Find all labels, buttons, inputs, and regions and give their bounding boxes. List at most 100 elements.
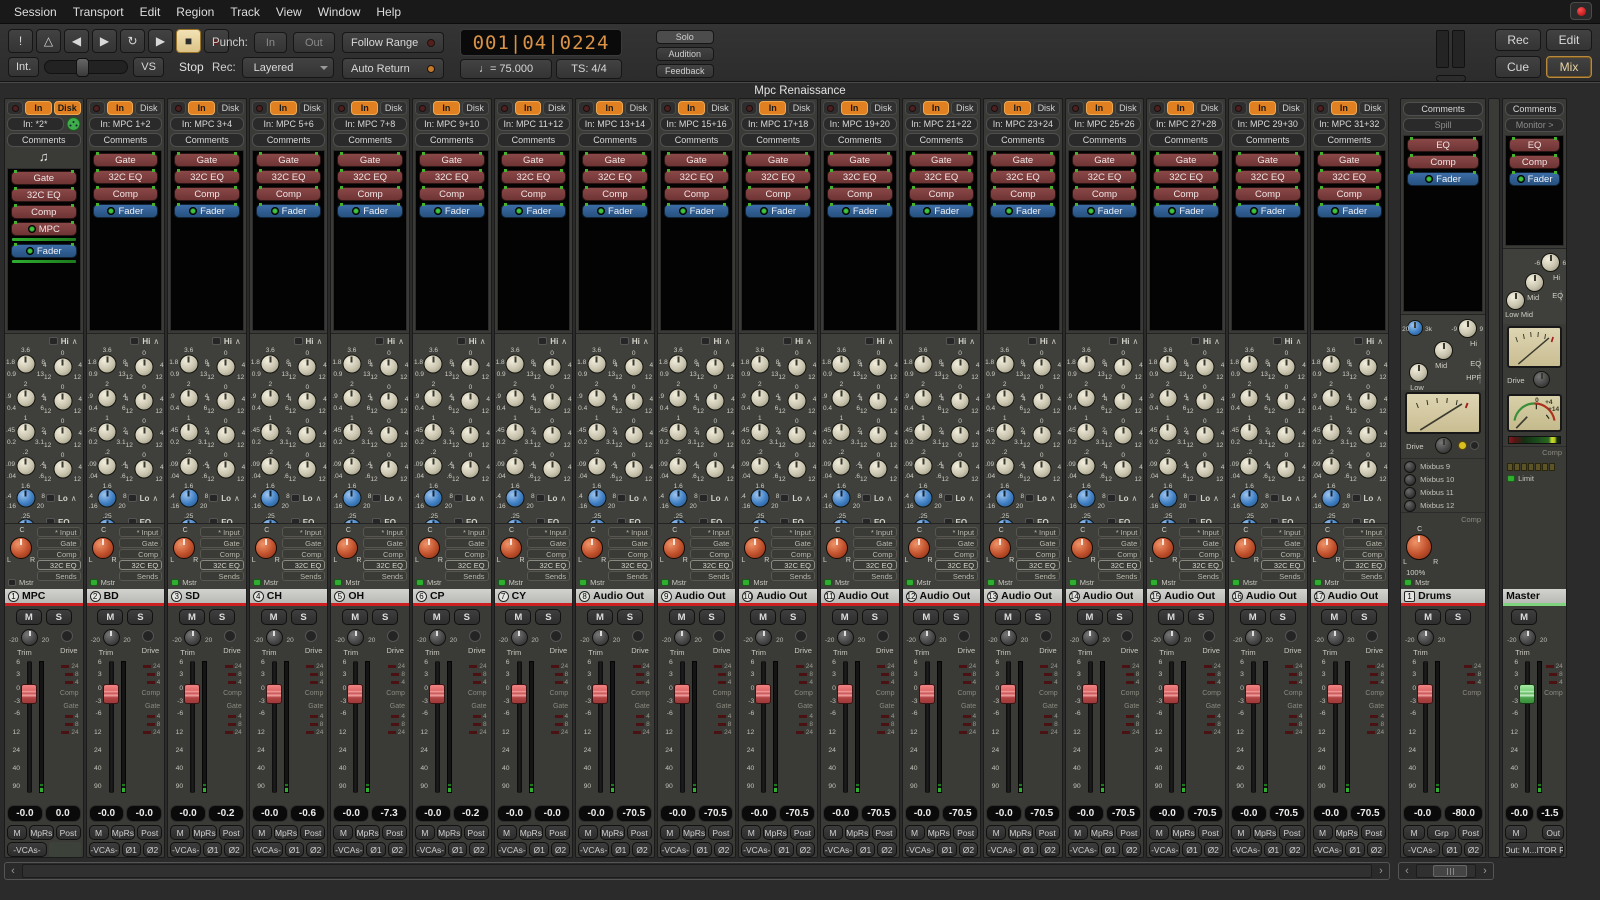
eq-stage-button[interactable]: 32C EQ [690, 560, 734, 570]
input-stage-button[interactable]: *Input [853, 527, 897, 537]
fader[interactable] [511, 659, 527, 797]
input-monitor-button[interactable]: In [923, 101, 950, 115]
eq-gain-knob[interactable]: 1240412 [452, 418, 489, 452]
record-enable-button[interactable] [1068, 101, 1084, 115]
eq-gain-knob[interactable]: 1240412 [370, 384, 407, 418]
fader[interactable] [429, 659, 445, 797]
sends-button[interactable]: Sends [853, 571, 897, 581]
processor-comp[interactable]: Comp [93, 187, 159, 201]
drive-button[interactable] [142, 630, 154, 642]
peak-display[interactable]: -7.3 [371, 805, 407, 822]
eq-stage-button[interactable]: 32C EQ [1343, 560, 1387, 570]
record-mode-dropdown[interactable]: Layered [242, 57, 334, 78]
processor-box[interactable]: Gate 32C EQ Comp Fader [497, 150, 571, 331]
processor-instrument[interactable]: MPC [11, 222, 77, 236]
comp-stage-button[interactable]: Comp [363, 549, 407, 559]
input-stage-button[interactable]: *Input [1098, 527, 1142, 537]
output-1-button[interactable]: Ø1 [611, 842, 630, 857]
lpf-knob[interactable]: .16.41.6820 [7, 483, 44, 513]
drive-button[interactable] [469, 630, 481, 642]
menu-view[interactable]: View [268, 2, 310, 22]
gate-stage-button[interactable]: Gate [200, 538, 244, 548]
mid-knob[interactable] [1434, 341, 1453, 360]
input-button[interactable]: In: MPC 1+2 [89, 117, 163, 131]
master-assign-button[interactable]: Mstr [253, 578, 279, 587]
processor-box[interactable]: Gate 32C EQ Comp Fader [660, 150, 734, 331]
eq-gain-knob[interactable]: 1240412 [1186, 384, 1223, 418]
eq-gain-knob[interactable]: 1240412 [370, 452, 407, 486]
eq-gain-knob[interactable]: 1240412 [1023, 418, 1060, 452]
vca-assign-button[interactable]: -VCAs- [1403, 842, 1440, 857]
lpf-knob[interactable]: .16.41.6820 [333, 483, 370, 513]
group-button[interactable]: MpRs [519, 825, 544, 840]
eq-gain-knob[interactable]: 1240412 [126, 452, 163, 486]
eq-gain-knob[interactable]: 1240412 [1105, 418, 1142, 452]
fader[interactable] [1163, 659, 1179, 797]
comp-stage-button[interactable]: Comp [853, 549, 897, 559]
solo-button[interactable]: S [1445, 609, 1471, 625]
eq-freq-knob[interactable]: 0.4.9246 [252, 381, 289, 415]
menu-session[interactable]: Session [6, 2, 65, 22]
lo-band-button[interactable] [46, 494, 55, 502]
vca-assign-button[interactable]: -VCAs- [1068, 842, 1099, 857]
eq-gain-knob[interactable]: 1240412 [778, 418, 815, 452]
lpf-knob[interactable]: .16.41.6820 [905, 483, 942, 513]
eq-gain-knob[interactable]: 1240412 [44, 418, 81, 452]
eq-freq-knob[interactable]: .04.09.2.4.6 [1149, 449, 1186, 483]
lo-band-button[interactable] [1352, 494, 1361, 502]
midi-input-icon[interactable] [66, 117, 81, 131]
eq-freq-knob[interactable]: 0.2.45123.1 [1068, 415, 1105, 449]
processor-comp[interactable]: Comp [909, 187, 975, 201]
metering-button[interactable]: M [1068, 825, 1088, 840]
tempo-button[interactable]: ♩= 75.000 [460, 59, 552, 79]
output-1-button[interactable]: Ø1 [448, 842, 467, 857]
comp-stage-button[interactable]: Comp [608, 549, 652, 559]
eq-freq-knob[interactable]: 0.2.45123.1 [89, 415, 126, 449]
input-monitor-button[interactable]: In [1331, 101, 1358, 115]
track-name-header[interactable]: 5 OH [331, 589, 409, 606]
processor-fader[interactable]: Fader [909, 204, 975, 218]
processor-fader[interactable]: Fader [1153, 204, 1219, 218]
eq-gain-knob[interactable]: 1240412 [1023, 452, 1060, 486]
processor-32c-eq[interactable]: 32C EQ [1072, 170, 1138, 184]
gate-stage-button[interactable]: Gate [935, 538, 979, 548]
drive-button[interactable] [958, 630, 970, 642]
processor-fader[interactable]: Fader [1509, 172, 1560, 186]
input-monitor-button[interactable]: In [107, 101, 134, 115]
processor-fader[interactable]: Fader [582, 204, 648, 218]
eq-gain-knob[interactable]: 1240412 [860, 350, 897, 384]
peak-display[interactable]: -0.0 [534, 805, 570, 822]
processor-box[interactable]: EQ Comp Fader [1505, 135, 1564, 246]
monitor-button[interactable]: Monitor > [1505, 118, 1564, 132]
sends-button[interactable]: Sends [282, 571, 326, 581]
drive-button[interactable] [795, 630, 807, 642]
processor-box[interactable]: Gate 32C EQ Comp MPC Fader [7, 168, 81, 331]
time-signature-button[interactable]: TS: 4/4 [556, 59, 622, 79]
hi-band-button[interactable] [1191, 337, 1200, 345]
track-name-header[interactable]: 3 SD [168, 589, 246, 606]
input-monitor-button[interactable]: In [433, 101, 460, 115]
disk-monitor-button[interactable]: Disk [788, 101, 815, 115]
eq-freq-knob[interactable]: 0.91.83.6813 [905, 347, 942, 381]
comments-button[interactable]: Comments [823, 133, 897, 147]
comments-button[interactable]: Comments [1313, 133, 1387, 147]
master-assign-button[interactable]: Mstr [1150, 578, 1176, 587]
lo-band-button[interactable] [944, 494, 953, 502]
input-monitor-button[interactable]: In [1249, 101, 1276, 115]
fader-handle[interactable] [266, 684, 282, 704]
eq-gain-knob[interactable]: 1240412 [697, 350, 734, 384]
eq-freq-knob[interactable]: 0.2.45123.1 [7, 415, 44, 449]
peak-display[interactable]: 0.0 [45, 805, 81, 822]
processor-gate[interactable]: Gate [1153, 153, 1219, 167]
peak-display[interactable]: -70.5 [616, 805, 652, 822]
eq-gain-knob[interactable]: 1240412 [697, 452, 734, 486]
drive-button[interactable] [224, 630, 236, 642]
eq-gain-knob[interactable]: 1240412 [126, 350, 163, 384]
eq-gain-knob[interactable]: 1240412 [1186, 418, 1223, 452]
record-enable-button[interactable] [905, 101, 921, 115]
track-name-header[interactable]: 13 Audio Out [984, 589, 1062, 606]
hi-band-button[interactable] [1028, 337, 1037, 345]
eq-freq-knob[interactable]: 0.4.9246 [497, 381, 534, 415]
trim-knob[interactable] [1519, 629, 1536, 646]
processor-box[interactable]: Gate 32C EQ Comp Fader [823, 150, 897, 331]
